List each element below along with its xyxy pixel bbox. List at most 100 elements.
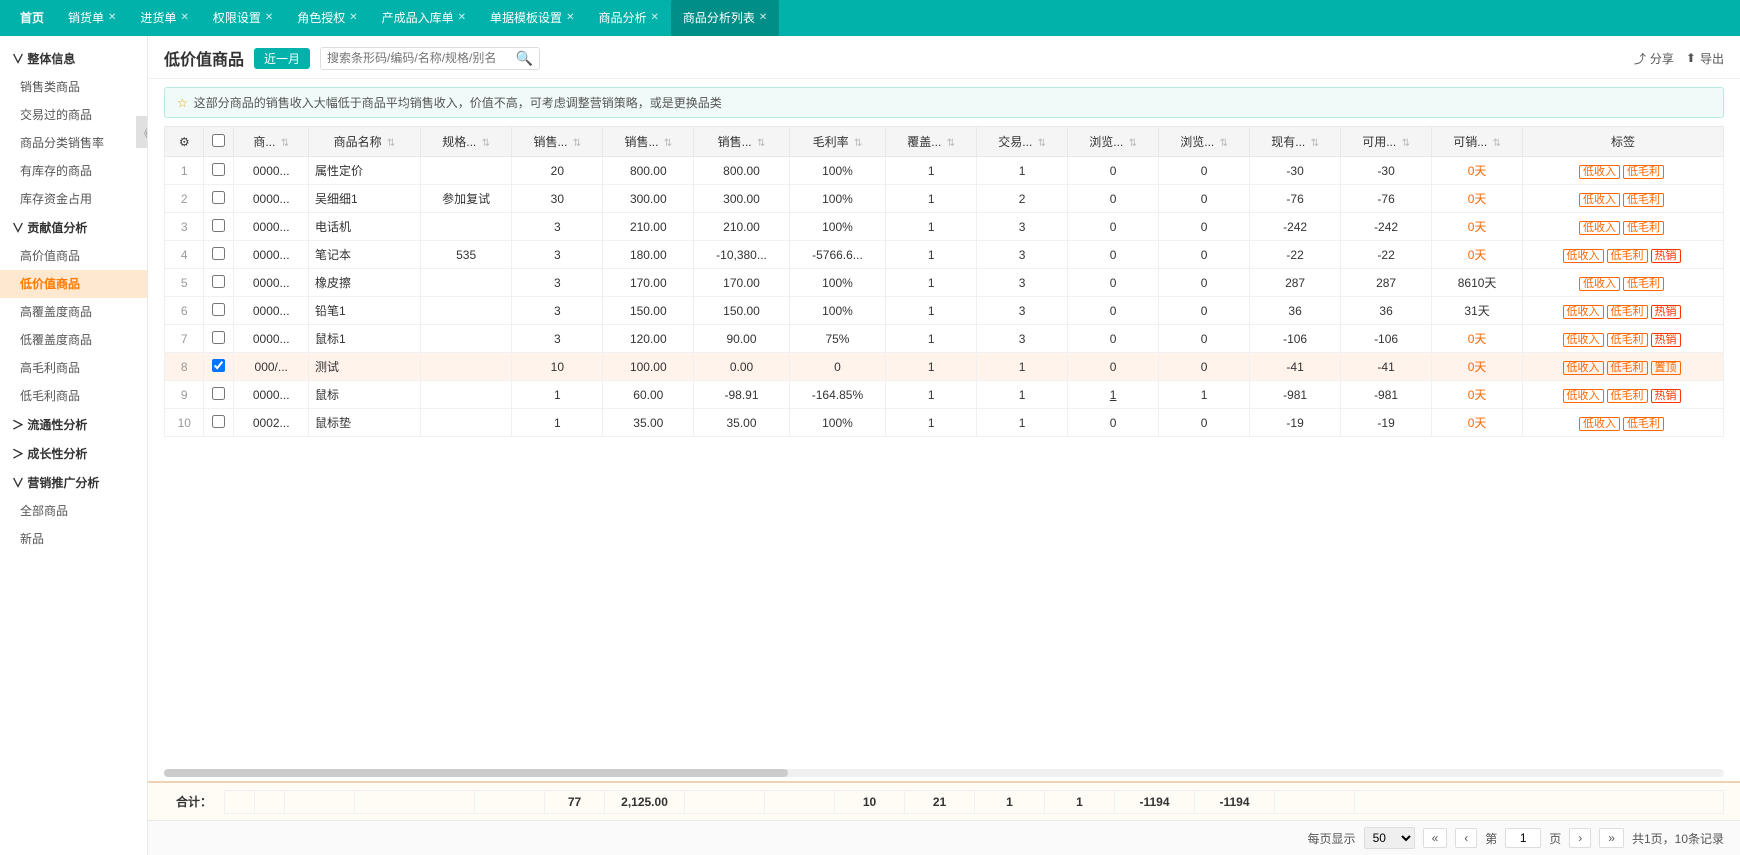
row-checkbox[interactable] <box>212 331 225 344</box>
row-checkbox[interactable] <box>212 247 225 260</box>
sidebar-section-marketing[interactable]: ∨ 营销推广分析 <box>0 468 147 497</box>
sidebar-section-growth[interactable]: ＞ 成长性分析 <box>0 439 147 468</box>
prev-page-button[interactable]: ‹ <box>1455 828 1477 848</box>
nav-sales-order[interactable]: 销货单 ✕ <box>56 0 128 36</box>
row-view1: 0 <box>1068 353 1159 381</box>
row-checkbox-cell[interactable] <box>204 269 234 297</box>
row-checkbox-cell[interactable] <box>204 409 234 437</box>
row-sale-qty: 3 <box>512 269 603 297</box>
col-saleable[interactable]: 可销... ⇅ <box>1432 127 1523 157</box>
nav-template-settings[interactable]: 单据模板设置 ✕ <box>478 0 586 36</box>
sidebar-item-new-products[interactable]: 新品 <box>0 525 147 553</box>
sidebar-item-high-margin[interactable]: 高毛利商品 <box>0 354 147 382</box>
scrollbar-thumb[interactable] <box>164 769 788 777</box>
row-tags: 低收入低毛利热销 <box>1523 325 1724 353</box>
sidebar-item-sales-products[interactable]: 销售类商品 <box>0 73 147 101</box>
col-gross-margin[interactable]: 毛利率 ⇅ <box>789 127 885 157</box>
close-icon[interactable]: ✕ <box>458 0 466 36</box>
sidebar-section-contribution[interactable]: ∨ 贡献值分析 <box>0 213 147 242</box>
row-checkbox[interactable] <box>212 387 225 400</box>
row-checkbox-cell[interactable] <box>204 297 234 325</box>
col-view1[interactable]: 浏览... ⇅ <box>1068 127 1159 157</box>
row-checkbox[interactable] <box>212 415 225 428</box>
col-trade[interactable]: 交易... ⇅ <box>977 127 1068 157</box>
row-checkbox-cell[interactable] <box>204 353 234 381</box>
close-icon[interactable]: ✕ <box>650 0 658 36</box>
time-filter-button[interactable]: 近一月 <box>254 48 310 69</box>
col-code[interactable]: 商... ⇅ <box>234 127 308 157</box>
total-sale-qty: 77 <box>545 790 605 813</box>
row-checkbox-cell[interactable] <box>204 213 234 241</box>
col-sale-amount[interactable]: 销售... ⇅ <box>694 127 789 157</box>
row-checkbox-cell[interactable] <box>204 381 234 409</box>
close-icon[interactable]: ✕ <box>265 0 273 36</box>
search-input[interactable] <box>327 51 516 65</box>
col-spec[interactable]: 规格... ⇅ <box>420 127 511 157</box>
search-icon[interactable]: 🔍 <box>516 50 533 67</box>
page-number-input[interactable] <box>1505 828 1541 848</box>
last-page-button[interactable]: » <box>1599 828 1624 848</box>
col-name[interactable]: 商品名称 ⇅ <box>308 127 420 157</box>
sidebar-item-low-coverage[interactable]: 低覆盖度商品 <box>0 326 147 354</box>
sidebar-item-high-value[interactable]: 高价值商品 <box>0 242 147 270</box>
close-icon[interactable]: ✕ <box>180 0 188 36</box>
col-sale-price[interactable]: 销售... ⇅ <box>603 127 694 157</box>
sidebar-item-high-coverage[interactable]: 高覆盖度商品 <box>0 298 147 326</box>
sidebar-item-stocked-products[interactable]: 有库存的商品 <box>0 157 147 185</box>
table-row: 7 0000... 鼠标1 3 120.00 90.00 75% 1 3 0 0… <box>165 325 1724 353</box>
close-icon[interactable]: ✕ <box>566 0 574 36</box>
sidebar-item-traded-products[interactable]: 交易过的商品 <box>0 101 147 129</box>
row-checkbox-cell[interactable] <box>204 325 234 353</box>
select-all-checkbox[interactable] <box>212 134 225 147</box>
col-available[interactable]: 可用... ⇅ <box>1341 127 1432 157</box>
nav-production-inbound[interactable]: 产成品入库单 ✕ <box>370 0 478 36</box>
row-checkbox[interactable] <box>212 275 225 288</box>
nav-purchase-order[interactable]: 进货单 ✕ <box>128 0 200 36</box>
sidebar-section-overall[interactable]: ∨ 整体信息 <box>0 44 147 73</box>
row-checkbox[interactable] <box>212 359 225 372</box>
close-icon[interactable]: ✕ <box>108 0 116 36</box>
export-button[interactable]: ⬆ 导出 <box>1686 50 1724 67</box>
row-gross-margin: 0 <box>789 353 885 381</box>
sidebar-item-category-sales-rate[interactable]: 商品分类销售率 <box>0 129 147 157</box>
row-checkbox-cell[interactable] <box>204 241 234 269</box>
sidebar-item-all-products[interactable]: 全部商品 <box>0 497 147 525</box>
col-sale-qty[interactable]: 销售... ⇅ <box>512 127 603 157</box>
horizontal-scrollbar[interactable] <box>164 769 1724 777</box>
row-checkbox[interactable] <box>212 219 225 232</box>
sidebar-collapse-button[interactable]: 《 <box>136 116 148 148</box>
col-current-stock[interactable]: 现有... ⇅ <box>1250 127 1341 157</box>
col-settings[interactable]: ⚙ <box>165 127 204 157</box>
row-checkbox[interactable] <box>212 163 225 176</box>
row-num: 1 <box>165 157 204 185</box>
sidebar-section-liquidity[interactable]: ＞ 流通性分析 <box>0 410 147 439</box>
row-checkbox[interactable] <box>212 191 225 204</box>
per-page-select[interactable]: 50 100 200 <box>1364 827 1415 849</box>
row-checkbox[interactable] <box>212 303 225 316</box>
close-icon[interactable]: ✕ <box>349 0 357 36</box>
row-current-stock: -76 <box>1250 185 1341 213</box>
close-icon[interactable]: ✕ <box>759 0 767 36</box>
sidebar-item-inventory-capital[interactable]: 库存资金占用 <box>0 185 147 213</box>
share-button[interactable]: ⤴ 分享 <box>1634 50 1674 67</box>
first-page-button[interactable]: « <box>1423 828 1448 848</box>
next-page-button[interactable]: › <box>1569 828 1591 848</box>
sidebar-item-low-value[interactable]: 低价值商品 <box>0 270 147 298</box>
view-value: 0 <box>1110 304 1117 318</box>
col-coverage[interactable]: 覆盖... ⇅ <box>886 127 977 157</box>
nav-permissions[interactable]: 权限设置 ✕ <box>201 0 285 36</box>
nav-role-auth[interactable]: 角色授权 ✕ <box>285 0 369 36</box>
sidebar-item-low-margin[interactable]: 低毛利商品 <box>0 382 147 410</box>
view-link[interactable]: 1 <box>1110 388 1117 402</box>
nav-product-analysis[interactable]: 商品分析 ✕ <box>586 0 670 36</box>
nav-home[interactable]: 首页 <box>8 0 56 36</box>
col-checkbox[interactable] <box>204 127 234 157</box>
tag-badge: 低毛利 <box>1607 361 1648 375</box>
nav-product-analysis-list[interactable]: 商品分析列表 ✕ <box>671 0 779 36</box>
row-checkbox-cell[interactable] <box>204 157 234 185</box>
row-saleable: 0天 <box>1432 353 1523 381</box>
row-tags: 低收入低毛利 <box>1523 409 1724 437</box>
row-checkbox-cell[interactable] <box>204 185 234 213</box>
view-value: 0 <box>1110 360 1117 374</box>
col-view2[interactable]: 浏览... ⇅ <box>1159 127 1250 157</box>
